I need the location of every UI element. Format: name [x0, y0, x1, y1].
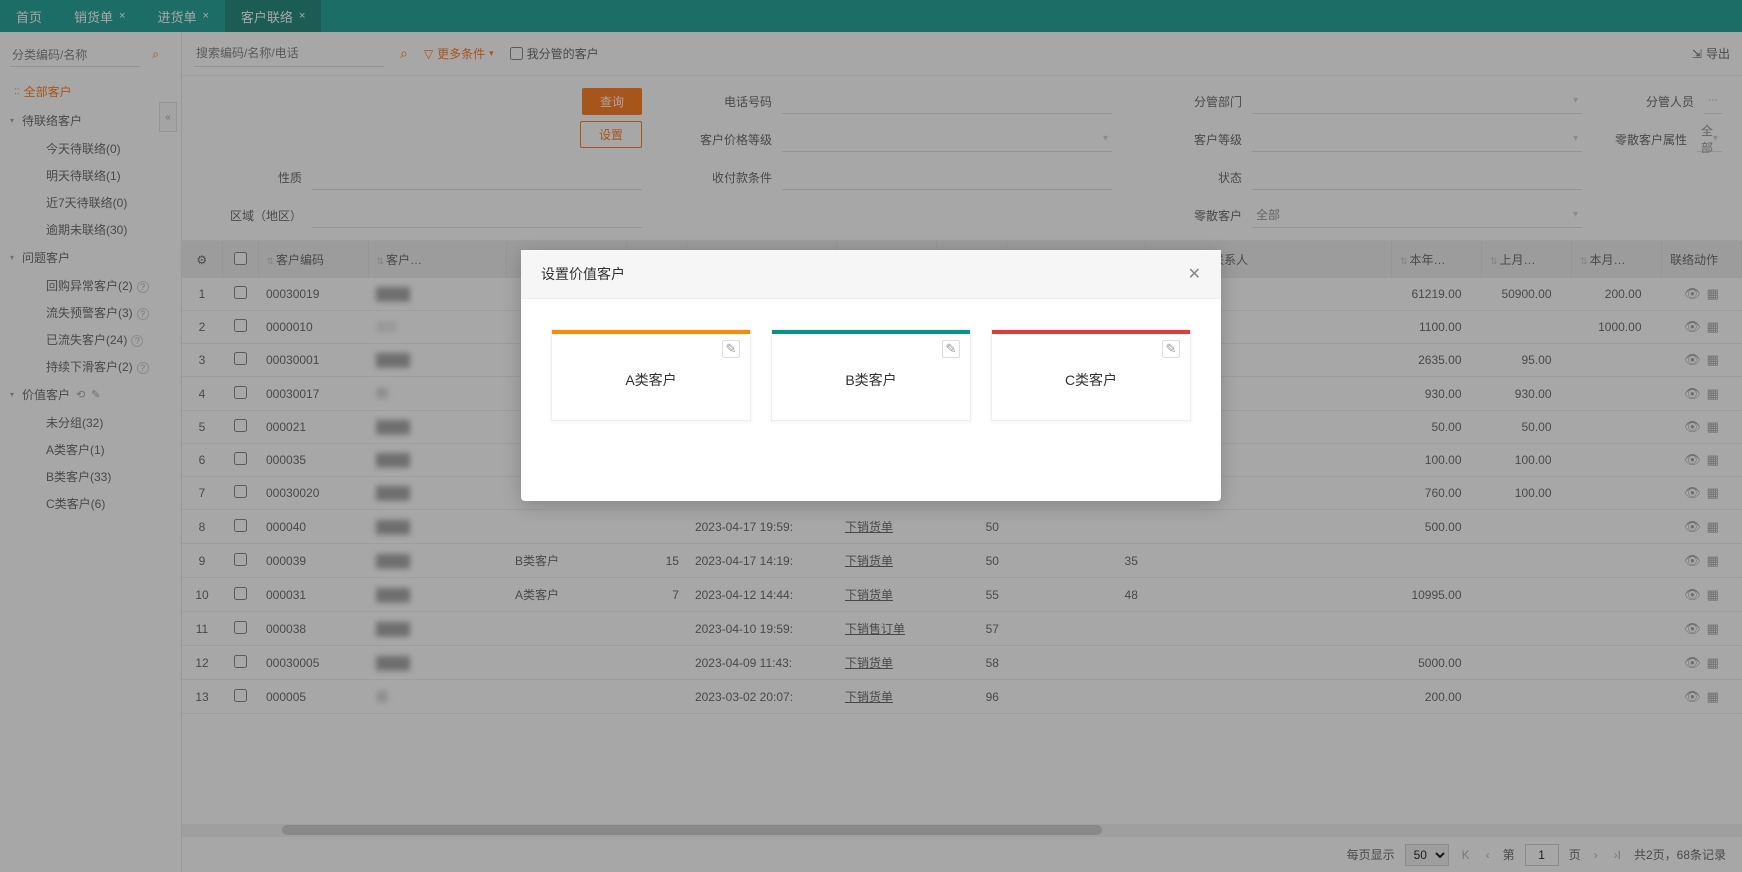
card-stripe — [772, 330, 970, 334]
card-name: C类客户 — [1002, 370, 1180, 390]
modal-title: 设置价值客户 — [541, 264, 625, 284]
value-customer-modal: 设置价值客户 ✕ ✎ A类客户 ✎ B类客户 ✎ C类客户 — [521, 250, 1221, 501]
modal-overlay[interactable]: 设置价值客户 ✕ ✎ A类客户 ✎ B类客户 ✎ C类客户 — [0, 0, 1742, 872]
card-stripe — [992, 330, 1190, 334]
value-card[interactable]: ✎ A类客户 — [551, 329, 751, 421]
card-stripe — [552, 330, 750, 334]
card-name: B类客户 — [782, 370, 960, 390]
edit-icon[interactable]: ✎ — [722, 340, 740, 358]
edit-icon[interactable]: ✎ — [942, 340, 960, 358]
card-name: A类客户 — [562, 370, 740, 390]
edit-icon[interactable]: ✎ — [1162, 340, 1180, 358]
close-icon[interactable]: ✕ — [1188, 264, 1201, 284]
value-card[interactable]: ✎ B类客户 — [771, 329, 971, 421]
value-card[interactable]: ✎ C类客户 — [991, 329, 1191, 421]
